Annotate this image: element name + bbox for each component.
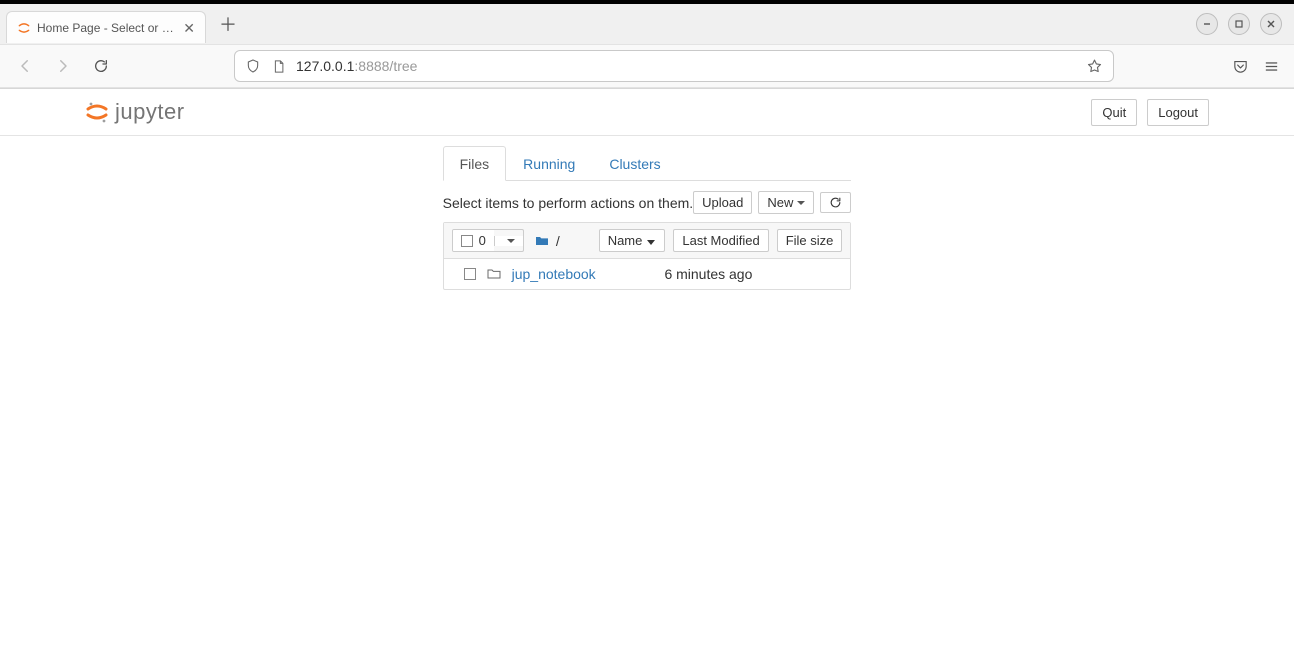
shield-icon[interactable] [245, 58, 261, 74]
jupyter-logo-text: jupyter [115, 99, 185, 125]
window-close-button[interactable] [1260, 13, 1282, 35]
action-hint: Select items to perform actions on them. [443, 195, 694, 211]
jupyter-body: Files Running Clusters Select items to p… [435, 136, 860, 290]
jupyter-logo-icon [85, 100, 109, 124]
folder-outline-icon [486, 266, 502, 282]
caret-down-icon [507, 239, 515, 243]
list-item: jup_notebook 6 minutes ago [444, 259, 851, 289]
jupyter-favicon [17, 21, 31, 35]
tab-close-icon[interactable]: ✕ [183, 21, 195, 35]
logout-button[interactable]: Logout [1147, 99, 1209, 126]
nav-forward-button[interactable] [48, 51, 78, 81]
refresh-icon [829, 196, 842, 209]
select-all-group: 0 [452, 229, 524, 252]
window-maximize-button[interactable] [1228, 13, 1250, 35]
tab-files[interactable]: Files [443, 146, 507, 181]
arrow-down-icon [646, 236, 656, 246]
file-list: 0 / Name Last Modified File size [443, 222, 852, 290]
url-path: :8888/tree [354, 58, 417, 74]
sort-modified-button[interactable]: Last Modified [673, 229, 768, 252]
new-label: New [767, 195, 793, 210]
action-row: Select items to perform actions on them.… [443, 181, 852, 222]
url-text: 127.0.0.1:8888/tree [296, 58, 1076, 74]
new-dropdown-button[interactable]: New [758, 191, 814, 214]
url-host: 127.0.0.1 [296, 58, 354, 74]
new-tab-button[interactable]: ＋ [214, 10, 242, 38]
url-bar[interactable]: 127.0.0.1:8888/tree [234, 50, 1114, 82]
tab-running[interactable]: Running [506, 146, 592, 180]
tab-clusters[interactable]: Clusters [592, 146, 677, 180]
jupyter-header: jupyter Quit Logout [0, 89, 1294, 136]
item-modified: 6 minutes ago [612, 266, 752, 282]
toolbar-right-icons [1232, 58, 1284, 75]
quit-button[interactable]: Quit [1091, 99, 1137, 126]
browser-tab[interactable]: Home Page - Select or crea ✕ [6, 11, 206, 43]
breadcrumb: / [534, 233, 560, 249]
row-checkbox[interactable] [464, 268, 476, 280]
main-tabs: Files Running Clusters [443, 146, 852, 181]
folder-icon[interactable] [534, 233, 550, 249]
select-all-checkbox-seg[interactable]: 0 [453, 230, 494, 251]
selected-count: 0 [479, 233, 486, 248]
tab-strip: Home Page - Select or crea ✕ ＋ [0, 4, 1294, 44]
window-minimize-button[interactable] [1196, 13, 1218, 35]
sort-name-label: Name [608, 233, 643, 248]
page-icon[interactable] [271, 59, 286, 74]
breadcrumb-root[interactable]: / [556, 233, 560, 249]
nav-back-button[interactable] [10, 51, 40, 81]
upload-button[interactable]: Upload [693, 191, 752, 214]
select-all-checkbox[interactable] [461, 235, 473, 247]
select-all-caret-seg[interactable] [494, 236, 523, 246]
hamburger-menu-icon[interactable] [1263, 58, 1280, 75]
bookmark-star-icon[interactable] [1086, 58, 1103, 75]
item-name[interactable]: jup_notebook [512, 266, 596, 282]
address-bar-row: 127.0.0.1:8888/tree [0, 44, 1294, 88]
nav-reload-button[interactable] [86, 51, 116, 81]
caret-down-icon [797, 201, 805, 205]
browser-tab-title: Home Page - Select or crea [37, 21, 177, 35]
sort-name-button[interactable]: Name [599, 229, 666, 252]
file-list-header: 0 / Name Last Modified File size [444, 223, 851, 259]
window-controls [1196, 13, 1288, 35]
pocket-icon[interactable] [1232, 58, 1249, 75]
browser-chrome: Home Page - Select or crea ✕ ＋ [0, 4, 1294, 89]
sort-size-button[interactable]: File size [777, 229, 843, 252]
jupyter-logo[interactable]: jupyter [85, 95, 185, 129]
refresh-button[interactable] [820, 192, 851, 213]
